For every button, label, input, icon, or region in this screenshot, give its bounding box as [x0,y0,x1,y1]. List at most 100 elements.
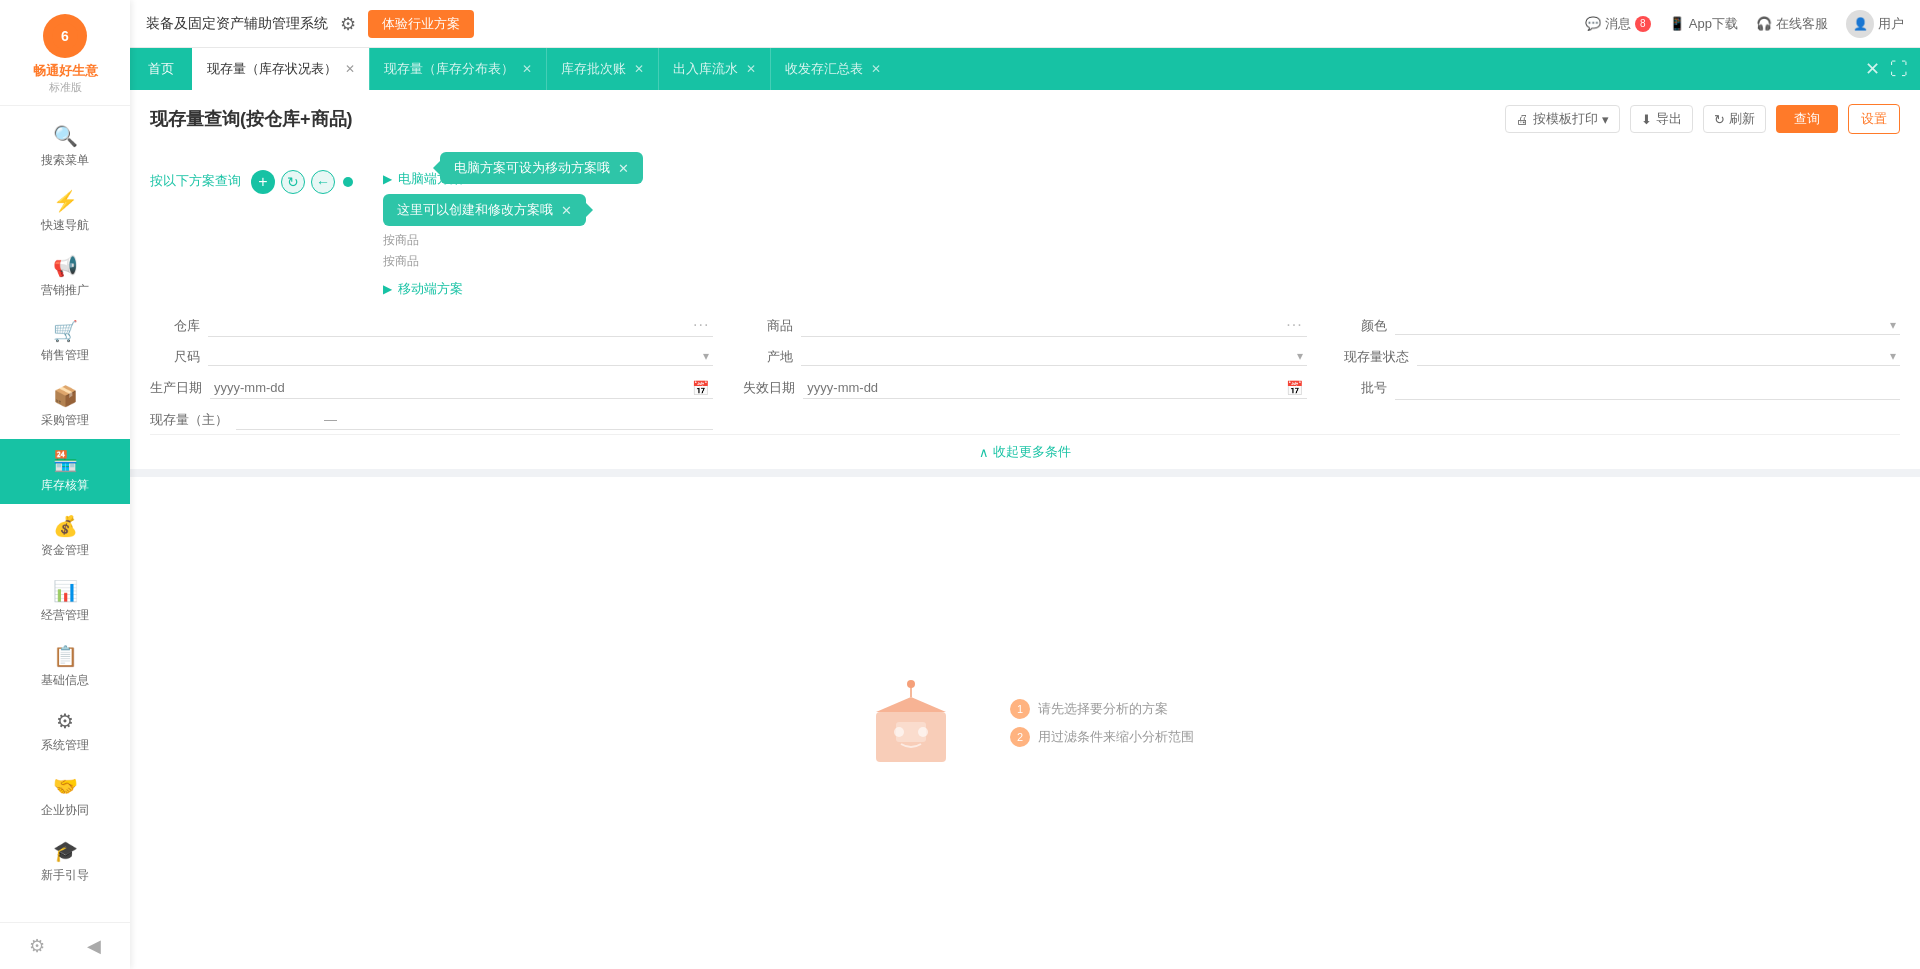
message-btn[interactable]: 💬 消息 8 [1585,15,1651,33]
message-badge: 8 [1635,16,1651,32]
desktop-tooltip: 电脑方案可设为移动方案哦 ✕ [440,152,643,184]
desktop-tooltip-close[interactable]: ✕ [618,161,629,176]
tab-receive-send-label: 收发存汇总表 [785,60,863,78]
sidebar-item-quick-nav[interactable]: ⚡ 快速导航 [0,179,130,244]
scheme-tooltip-close[interactable]: ✕ [561,203,572,218]
export-icon: ⬇ [1641,112,1652,127]
expire-date-input[interactable] [807,380,1285,395]
desktop-tooltip-arrow [433,161,440,175]
refresh-icon: ↻ [1714,112,1725,127]
sub-item2-label: 按商品 [383,253,419,270]
user-area[interactable]: 👤 用户 [1846,10,1904,38]
tab-inventory-status-close[interactable]: ✕ [345,62,355,76]
logo-icon: 6 [43,14,87,58]
settings-bottom-icon[interactable]: ⚙ [29,935,45,957]
add-scheme-btn[interactable]: + [251,170,275,194]
inventory-qty-from[interactable] [240,412,320,427]
purchase-icon: 📦 [53,384,78,408]
tab-inventory-dist-label: 现存量（库存分布表） [384,60,514,78]
inventory-status-select-wrap[interactable]: ▾ [1417,347,1900,366]
search-btn[interactable]: 查询 [1776,105,1838,133]
filter-field-inventory-status: 现存量状态 ▾ [1337,347,1900,366]
svg-marker-3 [876,697,946,712]
tab-receive-send[interactable]: 收发存汇总表 ✕ [770,48,895,90]
tab-inventory-batch[interactable]: 库存批次账 ✕ [546,48,658,90]
empty-hints: 1 请先选择要分析的方案 2 用过滤条件来缩小分析范围 [1010,699,1194,747]
sidebar-item-label: 企业协同 [41,802,89,819]
sidebar-item-search-menu[interactable]: 🔍 搜索菜单 [0,114,130,179]
phone-icon: 📱 [1669,16,1685,31]
produce-calendar-icon[interactable]: 📅 [692,380,709,396]
empty-hint-2: 2 用过滤条件来缩小分析范围 [1010,727,1194,747]
tab-home[interactable]: 首页 [130,48,192,90]
expire-calendar-icon[interactable]: 📅 [1286,380,1303,396]
tab-in-out-flow-close[interactable]: ✕ [746,62,756,76]
scheme-tooltip-wrap: 这里可以创建和修改方案哦 ✕ [383,194,586,226]
dot-connector [343,177,353,187]
tab-in-out-flow[interactable]: 出入库流水 ✕ [658,48,770,90]
sub-item1[interactable]: 按商品 [383,230,586,251]
collapse-sidebar-icon[interactable]: ◀ [87,935,101,957]
online-support-btn[interactable]: 🎧 在线客服 [1756,15,1828,33]
tab-inventory-dist-close[interactable]: ✕ [522,62,532,76]
sidebar-item-enterprise[interactable]: 🤝 企业协同 [0,764,130,829]
system-name: 装备及固定资产辅助管理系统 [146,15,328,33]
sidebar-item-operation[interactable]: 📊 经营管理 [0,569,130,634]
experience-button[interactable]: 体验行业方案 [368,10,474,38]
quick-nav-icon: ⚡ [53,189,78,213]
produce-date-label: 生产日期 [150,379,202,397]
sidebar-item-system[interactable]: ⚙ 系统管理 [0,699,130,764]
sidebar-item-label: 营销推广 [41,282,89,299]
filter-field-origin: 产地 ▾ [743,347,1306,366]
color-select-wrap[interactable]: ▾ [1395,316,1900,335]
system-settings-icon[interactable]: ⚙ [340,13,356,35]
tab-receive-send-close[interactable]: ✕ [871,62,881,76]
scheme-tooltip-right-arrow [586,203,593,217]
goods-dots-icon[interactable]: ··· [1286,316,1302,334]
sidebar-item-label: 销售管理 [41,347,89,364]
refresh-btn[interactable]: ↻ 刷新 [1703,105,1766,133]
sidebar-item-marketing[interactable]: 📢 营销推广 [0,244,130,309]
sidebar-item-sales[interactable]: 🛒 销售管理 [0,309,130,374]
inventory-qty-dash: — [324,412,337,427]
tab-inventory-batch-close[interactable]: ✕ [634,62,644,76]
produce-date-input[interactable] [214,380,692,395]
tab-inventory-dist[interactable]: 现存量（库存分布表） ✕ [369,48,546,90]
batch-no-input[interactable] [1395,376,1900,400]
export-btn[interactable]: ⬇ 导出 [1630,105,1693,133]
message-icon: 💬 [1585,16,1601,31]
mobile-scheme-item[interactable]: ▶ 移动端方案 [383,278,586,300]
tree-arrow-icon: ▶ [383,172,392,186]
empty-content: 1 请先选择要分析的方案 2 用过滤条件来缩小分析范围 [856,672,1194,775]
sidebar-item-label: 采购管理 [41,412,89,429]
tab-close-icon[interactable]: ✕ [1865,58,1880,80]
inventory-qty-to[interactable] [341,412,421,427]
origin-select-wrap[interactable]: ▾ [801,347,1306,366]
refresh-scheme-btn[interactable]: ↻ [281,170,305,194]
mobile-scheme-label: 移动端方案 [398,280,463,298]
tab-fullscreen-icon[interactable]: ⛶ [1890,59,1908,80]
set-btn[interactable]: 设置 [1848,104,1900,134]
sidebar-item-purchase[interactable]: 📦 采购管理 [0,374,130,439]
enterprise-icon: 🤝 [53,774,78,798]
template-print-btn[interactable]: 🖨 按模板打印 ▾ [1505,105,1620,133]
sidebar-item-inventory[interactable]: 🏪 库存核算 [0,439,130,504]
header-right: 💬 消息 8 📱 App下载 🎧 在线客服 👤 用户 [1585,10,1904,38]
sidebar-item-finance[interactable]: 💰 资金管理 [0,504,130,569]
sidebar-item-basic-info[interactable]: 📋 基础信息 [0,634,130,699]
warehouse-dots-icon[interactable]: ··· [693,316,709,334]
desktop-tooltip-text: 电脑方案可设为移动方案哦 [454,159,610,177]
back-scheme-btn[interactable]: ← [311,170,335,194]
tab-inventory-status[interactable]: 现存量（库存状况表） ✕ [192,48,369,90]
filter-fields-grid: 仓库 ··· 商品 ··· 颜色 [150,304,1900,434]
basic-info-icon: 📋 [53,644,78,668]
empty-illustration [856,672,966,775]
tab-in-out-flow-label: 出入库流水 [673,60,738,78]
collapse-bar[interactable]: ∧ 收起更多条件 [150,434,1900,469]
size-select-wrap[interactable]: ▾ [208,347,713,366]
sub-item2[interactable]: 按商品 [383,251,586,272]
app-download-btn[interactable]: 📱 App下载 [1669,15,1738,33]
sidebar-item-label: 搜索菜单 [41,152,89,169]
sidebar-item-newbie[interactable]: 🎓 新手引导 [0,829,130,894]
sidebar-bottom: ⚙ ◀ [0,922,130,969]
